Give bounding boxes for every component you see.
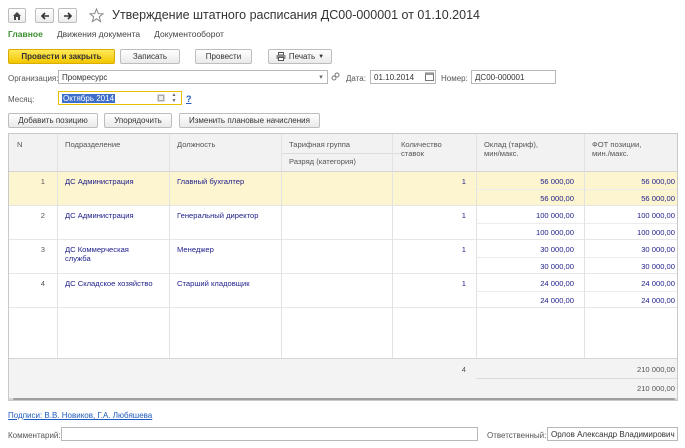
change-accruals-button[interactable]: Изменить плановые начисления (179, 113, 320, 128)
header-fot-line2: мин./макс. (592, 149, 629, 158)
row-department-line2: служба (65, 254, 91, 263)
printer-icon (276, 52, 286, 61)
order-button[interactable]: Упорядочить (104, 113, 172, 128)
row-qty: 1 (461, 279, 466, 288)
total-fot-max: 210 000,00 (636, 384, 675, 393)
select-icon[interactable] (157, 94, 165, 102)
header-position: Должность (177, 140, 216, 149)
total-qty: 4 (461, 365, 466, 374)
home-button[interactable] (8, 8, 26, 23)
spinner-down-icon[interactable]: ▼ (168, 98, 180, 104)
staff-table: N Подразделение Должность Тарифная групп… (8, 133, 678, 401)
header-salary-line1: Оклад (тариф), (484, 140, 539, 149)
row-salary-max: 56 000,00 (540, 194, 574, 203)
header-department: Подразделение (65, 140, 121, 149)
row-salary-max: 30 000,00 (540, 262, 574, 271)
dropdown-icon[interactable]: ▾ (316, 70, 326, 84)
row-position: Старший кладовщик (177, 279, 250, 288)
row-number: 3 (40, 245, 45, 254)
back-button[interactable] (35, 8, 54, 23)
row-number: 4 (40, 279, 45, 288)
row-fot-min: 24 000,00 (641, 279, 675, 288)
header-fot-line1: ФОТ позиции, (592, 140, 642, 149)
post-button[interactable]: Провести (195, 49, 252, 64)
row-qty: 1 (461, 177, 466, 186)
row-salary-min: 30 000,00 (540, 245, 574, 254)
comment-label: Комментарий: (8, 431, 61, 440)
signatures-link[interactable]: Подписи: В.В. Новиков, Г.А. Любяшева (8, 411, 152, 420)
row-fot-max: 100 000,00 (636, 228, 675, 237)
print-label: Печать (288, 52, 316, 61)
comment-field[interactable] (61, 427, 478, 441)
help-link[interactable]: ? (186, 94, 192, 104)
row-fot-max: 24 000,00 (641, 296, 675, 305)
home-icon (13, 11, 21, 20)
tab-document-flow[interactable]: Документооборот (154, 29, 224, 39)
row-fot-min: 100 000,00 (636, 211, 675, 220)
tab-document-movements[interactable]: Движения документа (57, 29, 140, 39)
arrow-left-icon (40, 11, 49, 20)
row-fot-max: 56 000,00 (641, 194, 675, 203)
save-button[interactable]: Записать (120, 49, 180, 64)
responsible-label: Ответственный: (487, 431, 547, 440)
header-salary-line2: мин/макс. (484, 149, 519, 158)
number-label: Номер: (441, 74, 468, 83)
row-position: Главный бухгалтер (177, 177, 245, 186)
tab-bar: Главное Движения документа Документообор… (8, 29, 224, 39)
table-totals: 4 210 000,00 210 000,00 (9, 358, 677, 399)
row-department: ДС Администрация (65, 177, 134, 186)
calendar-icon[interactable] (425, 72, 435, 82)
organization-field[interactable]: Промресурс (58, 70, 328, 84)
month-value: Октябрь 2014 (62, 94, 116, 103)
header-qty-line2: ставок (401, 149, 424, 158)
header-qty-line1: Количество (401, 140, 442, 149)
organization-label: Организация: (8, 74, 59, 83)
row-salary-max: 24 000,00 (540, 296, 574, 305)
row-qty: 1 (461, 211, 466, 220)
responsible-field[interactable]: Орлов Александр Владимирович (547, 427, 678, 441)
favorite-star-icon[interactable] (88, 7, 105, 23)
scrollbar-thumb[interactable] (13, 398, 675, 400)
spinner-control[interactable]: ▲ ▼ (168, 92, 180, 104)
row-fot-min: 30 000,00 (641, 245, 675, 254)
row-department: ДС Администрация (65, 211, 134, 220)
row-number: 2 (40, 211, 45, 220)
post-and-close-button[interactable]: Провести и закрыть (8, 49, 115, 64)
add-position-button[interactable]: Добавить позицию (8, 113, 98, 128)
row-salary-min: 56 000,00 (540, 177, 574, 186)
row-department: ДС Складское хозяйство (65, 279, 153, 288)
header-tariff-group: Тарифная группа (289, 140, 351, 149)
row-department: ДС Коммерческая (65, 245, 129, 254)
arrow-right-icon (63, 11, 72, 20)
page-title: Утверждение штатного расписания ДС00-000… (112, 8, 480, 22)
row-number: 1 (40, 177, 45, 186)
row-fot-min: 56 000,00 (641, 177, 675, 186)
month-label: Месяц: (8, 95, 35, 104)
open-link-icon[interactable] (331, 72, 341, 82)
row-fot-max: 30 000,00 (641, 262, 675, 271)
number-field[interactable]: ДС00-000001 (471, 70, 556, 84)
horizontal-scrollbar[interactable] (9, 398, 677, 400)
row-salary-min: 24 000,00 (540, 279, 574, 288)
header-n: N (17, 140, 23, 149)
print-button[interactable]: Печать ▼ (268, 49, 332, 64)
total-fot-min: 210 000,00 (636, 365, 675, 374)
row-position: Менеджер (177, 245, 214, 254)
tab-main[interactable]: Главное (8, 29, 43, 39)
date-label: Дата: (346, 74, 366, 83)
header-grade: Разряд (категория) (289, 157, 356, 166)
row-salary-min: 100 000,00 (535, 211, 574, 220)
forward-button[interactable] (58, 8, 77, 23)
row-qty: 1 (461, 245, 466, 254)
table-header: N Подразделение Должность Тарифная групп… (9, 134, 677, 172)
row-position: Генеральный директор (177, 211, 259, 220)
row-salary-max: 100 000,00 (535, 228, 574, 237)
chevron-down-icon: ▼ (318, 53, 325, 60)
